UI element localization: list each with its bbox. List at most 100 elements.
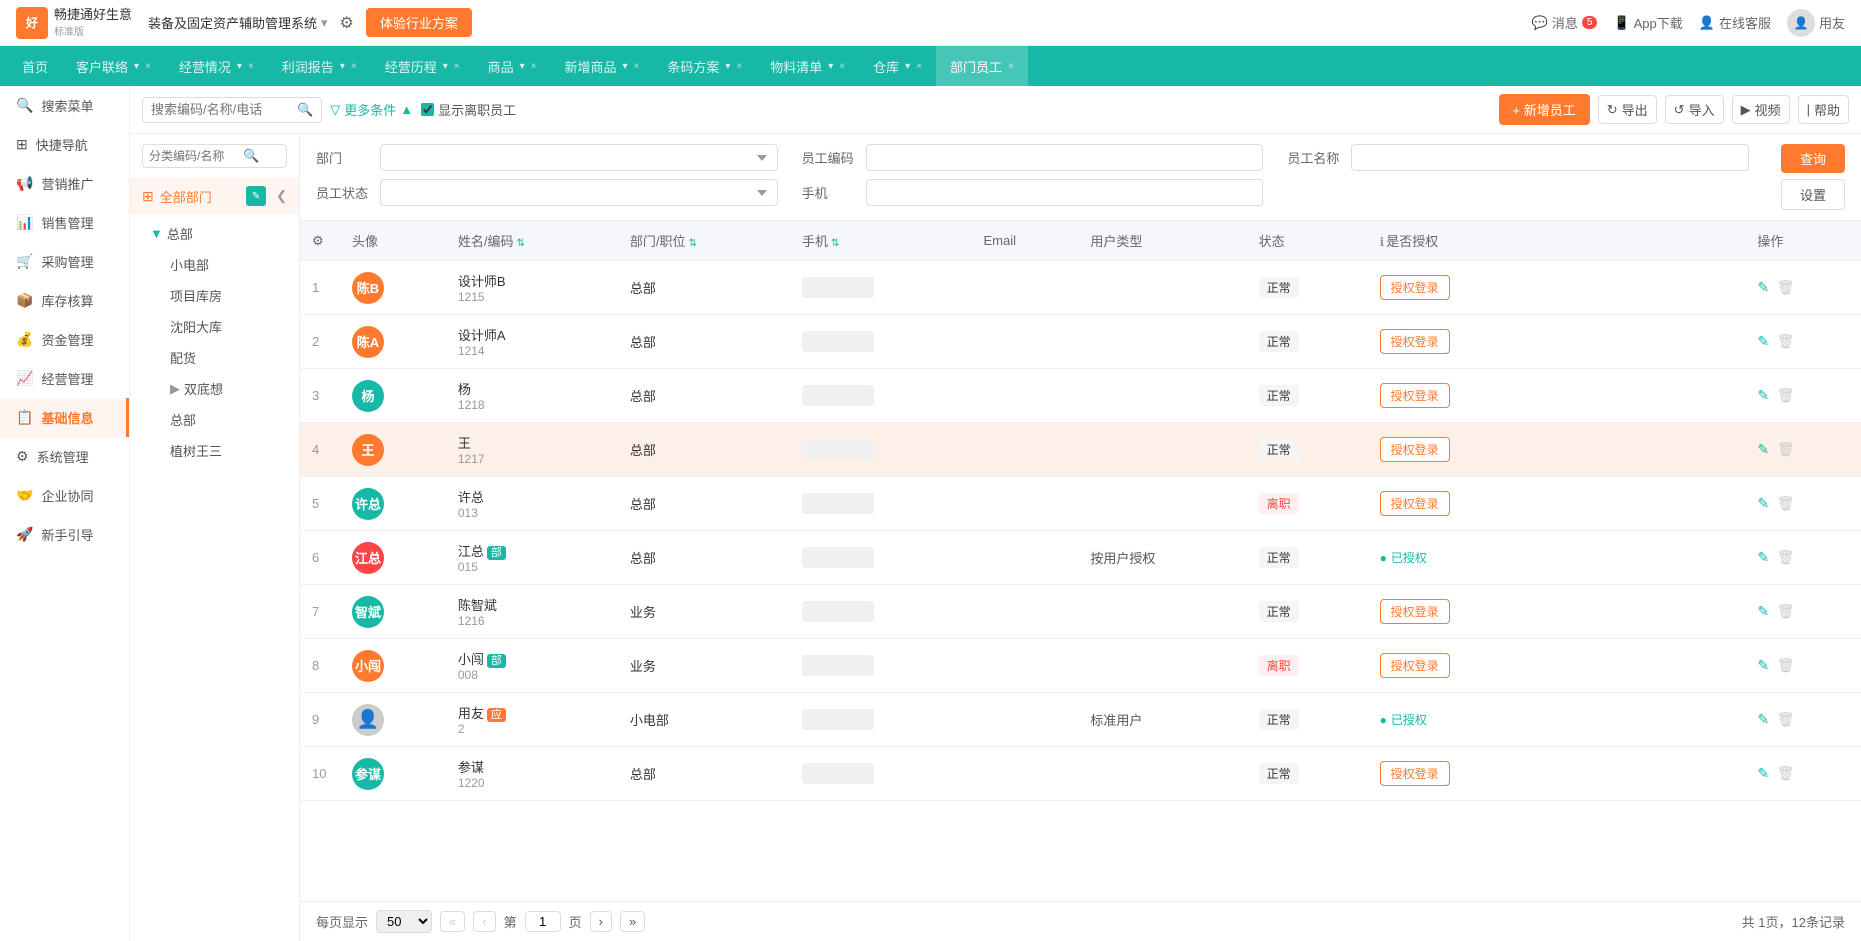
dept-search-input[interactable] xyxy=(149,149,239,163)
query-button[interactable]: 查询 xyxy=(1781,144,1845,173)
prev-page-btn[interactable]: ‹ xyxy=(473,911,495,932)
delete-btn[interactable]: 🗑 xyxy=(1777,333,1795,349)
auth-login-btn[interactable]: 授权登录 xyxy=(1380,491,1450,516)
filter-status-select[interactable] xyxy=(380,179,778,206)
show-resigned-checkbox[interactable] xyxy=(421,103,434,116)
page-size-select[interactable]: 50 10 20 100 xyxy=(376,910,432,933)
filter-dept-select[interactable] xyxy=(380,144,778,171)
tab-close[interactable]: × xyxy=(248,61,254,72)
search-input[interactable] xyxy=(151,102,291,117)
next-page-btn[interactable]: › xyxy=(590,911,612,932)
tab-close[interactable]: × xyxy=(634,61,640,72)
auth-login-btn[interactable]: 授权登录 xyxy=(1380,437,1450,462)
settings-icon[interactable]: ⚙ xyxy=(340,13,354,33)
sidebar-item-inventory[interactable]: 📦 库存核算 xyxy=(0,281,129,320)
sidebar-item-management[interactable]: 📈 经营管理 xyxy=(0,359,129,398)
page-input[interactable] xyxy=(525,911,561,932)
col-settings[interactable]: ⚙ xyxy=(300,221,340,261)
tab-warehouse[interactable]: 仓库▾× xyxy=(859,46,936,86)
tab-add-goods[interactable]: 新增商品▾× xyxy=(550,46,653,86)
delete-btn[interactable]: 🗑 xyxy=(1777,279,1795,295)
auth-login-btn[interactable]: 授权登录 xyxy=(1380,329,1450,354)
export-btn[interactable]: ↻ 导出 xyxy=(1598,95,1657,124)
app-download-btn[interactable]: 📱 App下载 xyxy=(1613,13,1682,32)
tab-history[interactable]: 经营历程▾× xyxy=(371,46,474,86)
edit-btn[interactable]: ✎ xyxy=(1757,711,1769,727)
dept-edit-icon[interactable]: ✎ xyxy=(246,186,266,206)
dept-node-double[interactable]: ▶ 双底想 xyxy=(146,373,299,404)
dept-collapse-btn[interactable]: ❮ xyxy=(276,188,287,204)
sidebar-item-finance[interactable]: 💰 资金管理 xyxy=(0,320,129,359)
col-phone[interactable]: 手机⇅ xyxy=(790,221,972,261)
dept-all-item[interactable]: ⊞ 全部部门 ✎ ❮ xyxy=(130,178,299,214)
delete-btn[interactable]: 🗑 xyxy=(1777,657,1795,673)
auth-login-btn[interactable]: 授权登录 xyxy=(1380,599,1450,624)
auth-login-btn[interactable]: 授权登录 xyxy=(1380,653,1450,678)
sidebar-item-search[interactable]: 🔍 搜索菜单 xyxy=(0,86,129,125)
edit-btn[interactable]: ✎ xyxy=(1757,549,1769,565)
tab-bom[interactable]: 物料清单▾× xyxy=(756,46,859,86)
dept-node-project[interactable]: 项目库房 xyxy=(146,280,299,311)
edit-btn[interactable]: ✎ xyxy=(1757,495,1769,511)
tab-home[interactable]: 首页 xyxy=(8,46,62,86)
edit-btn[interactable]: ✎ xyxy=(1757,765,1769,781)
edit-btn[interactable]: ✎ xyxy=(1757,657,1769,673)
view-btn[interactable]: ▶ 视频 xyxy=(1732,95,1790,124)
delete-btn[interactable]: 🗑 xyxy=(1777,603,1795,619)
filter-emp-code-input[interactable] xyxy=(866,144,1264,171)
online-service-btn[interactable]: 👤 在线客服 xyxy=(1699,13,1771,32)
tab-close[interactable]: × xyxy=(145,61,151,72)
dept-search-box[interactable]: 🔍 xyxy=(142,144,287,168)
first-page-btn[interactable]: « xyxy=(440,911,465,932)
delete-btn[interactable]: 🗑 xyxy=(1777,549,1795,565)
user-avatar[interactable]: 👤 用友 xyxy=(1787,9,1845,37)
filter-phone-input[interactable] xyxy=(866,179,1264,206)
dropdown-icon[interactable]: ▾ xyxy=(321,15,328,31)
auth-login-btn[interactable]: 授权登录 xyxy=(1380,383,1450,408)
help-btn[interactable]: | 帮助 xyxy=(1798,95,1849,124)
sidebar-item-marketing[interactable]: 📢 营销推广 xyxy=(0,164,129,203)
dept-node-general[interactable]: ▼ 总部 xyxy=(130,218,299,249)
delete-btn[interactable]: 🗑 xyxy=(1777,441,1795,457)
edit-btn[interactable]: ✎ xyxy=(1757,387,1769,403)
tab-close[interactable]: × xyxy=(351,61,357,72)
sidebar-item-nav[interactable]: ⊞ 快捷导航 xyxy=(0,125,129,164)
edit-btn[interactable]: ✎ xyxy=(1757,603,1769,619)
tab-close[interactable]: × xyxy=(916,61,922,72)
tab-close[interactable]: × xyxy=(736,61,742,72)
dept-node-distribution[interactable]: 配货 xyxy=(146,342,299,373)
dept-node-xiaodian[interactable]: 小电部 xyxy=(146,249,299,280)
dept-node-hq[interactable]: 总部 xyxy=(146,404,299,435)
auth-login-btn[interactable]: 授权登录 xyxy=(1380,275,1450,300)
import-btn[interactable]: ↺ 导入 xyxy=(1665,95,1724,124)
tab-close[interactable]: × xyxy=(1008,61,1014,72)
search-box[interactable]: 🔍 xyxy=(142,97,322,123)
delete-btn[interactable]: 🗑 xyxy=(1777,765,1795,781)
edit-btn[interactable]: ✎ xyxy=(1757,441,1769,457)
tab-close[interactable]: × xyxy=(531,61,537,72)
delete-btn[interactable]: 🗑 xyxy=(1777,711,1795,727)
sidebar-item-sales[interactable]: 📊 销售管理 xyxy=(0,203,129,242)
edit-btn[interactable]: ✎ xyxy=(1757,279,1769,295)
delete-btn[interactable]: 🗑 xyxy=(1777,495,1795,511)
tab-goods[interactable]: 商品▾× xyxy=(474,46,551,86)
trial-button[interactable]: 体验行业方案 xyxy=(366,8,472,37)
more-filter-btn[interactable]: ▽ 更多条件 ▲ xyxy=(330,100,413,119)
col-name-code[interactable]: 姓名/编码⇅ xyxy=(446,221,618,261)
message-btn[interactable]: 💬 消息 5 xyxy=(1532,13,1598,32)
auth-login-btn[interactable]: 授权登录 xyxy=(1380,761,1450,786)
tab-dept-employee[interactable]: 部门员工× xyxy=(936,46,1028,86)
sidebar-item-purchase[interactable]: 🛒 采购管理 xyxy=(0,242,129,281)
filter-emp-name-input[interactable] xyxy=(1351,144,1749,171)
tab-customer[interactable]: 客户联络▾× xyxy=(62,46,165,86)
tab-close[interactable]: × xyxy=(454,61,460,72)
sidebar-item-collab[interactable]: 🤝 企业协同 xyxy=(0,476,129,515)
delete-btn[interactable]: 🗑 xyxy=(1777,387,1795,403)
show-resigned-label[interactable]: 显示离职员工 xyxy=(421,100,516,119)
dept-node-plant[interactable]: 植树王三 xyxy=(146,435,299,466)
last-page-btn[interactable]: » xyxy=(620,911,645,932)
tab-operation[interactable]: 经营情况▾× xyxy=(165,46,268,86)
dept-node-shenyang[interactable]: 沈阳大库 xyxy=(146,311,299,342)
sidebar-item-system[interactable]: ⚙ 系统管理 xyxy=(0,437,129,476)
col-dept-pos[interactable]: 部门/职位⇅ xyxy=(618,221,790,261)
